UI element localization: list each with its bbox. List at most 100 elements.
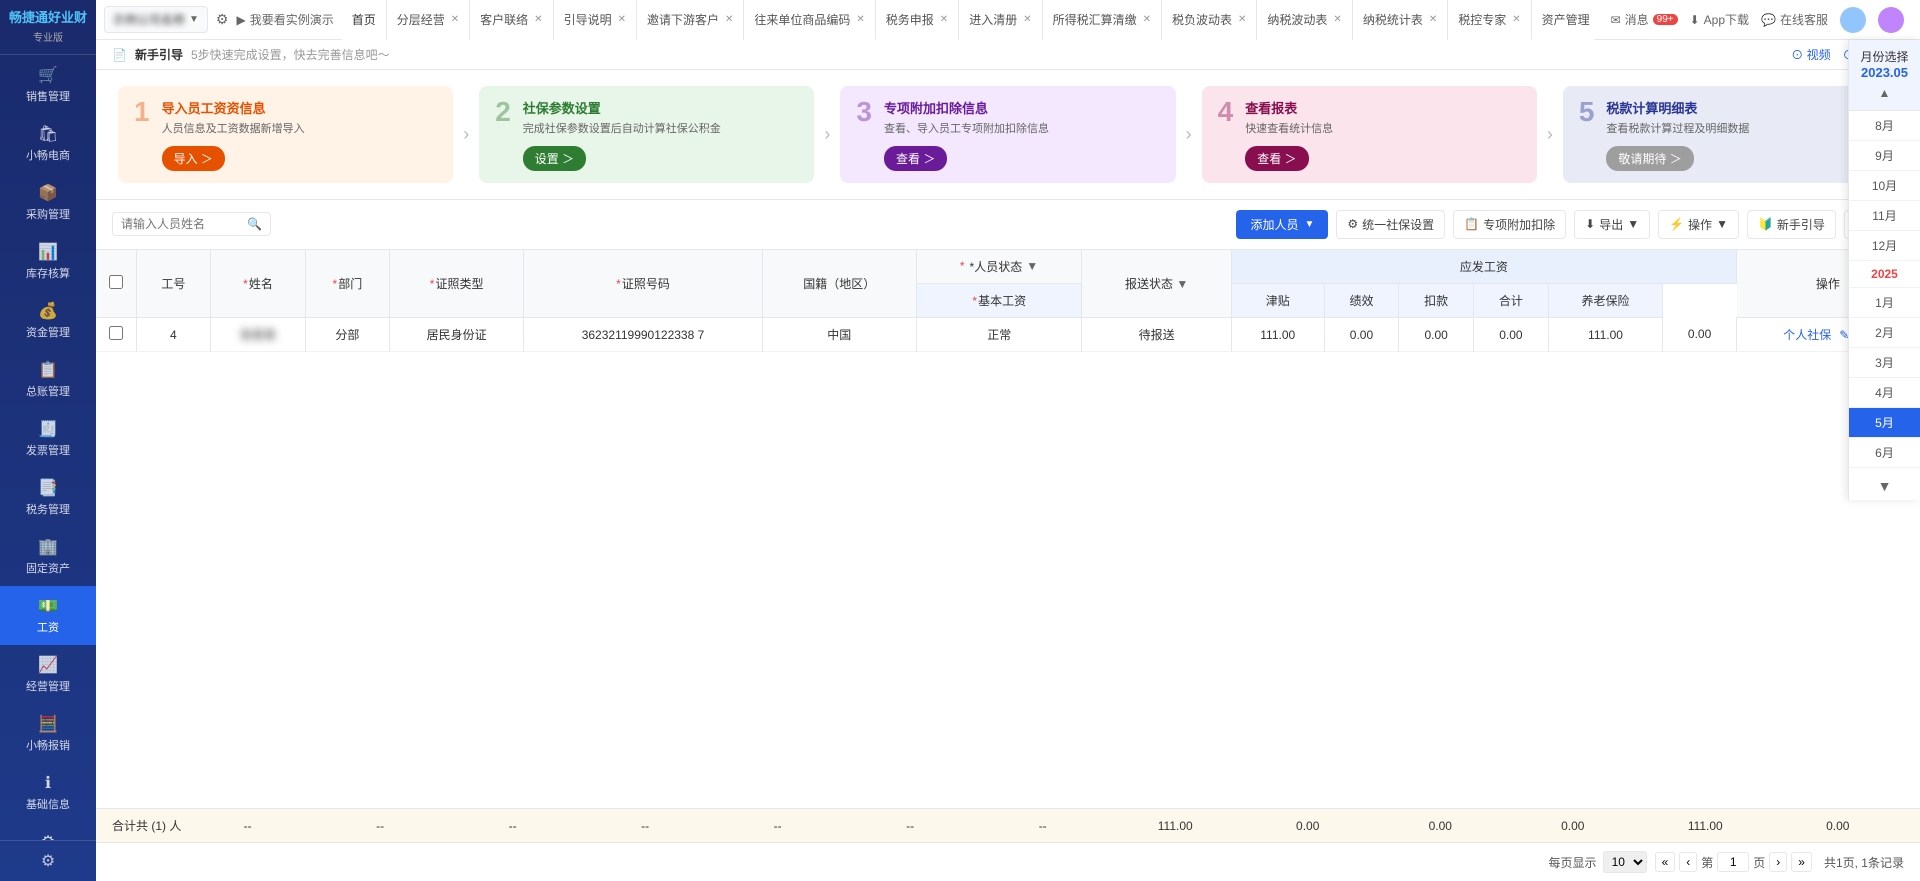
tab-tax-expert[interactable]: 税控专家 ✕: [1448, 0, 1531, 40]
special-deduction-button[interactable]: 📋 专项附加扣除: [1453, 210, 1566, 239]
next-page-button[interactable]: ›: [1769, 852, 1787, 872]
settings-gear-icon[interactable]: ⚙: [41, 851, 55, 871]
month-prev-icon[interactable]: ▲: [1877, 84, 1893, 102]
guide-video-btn[interactable]: ⊙ 视频: [1791, 46, 1830, 63]
tab-customer-close-icon[interactable]: ✕: [534, 14, 542, 25]
company-chevron-icon: ▼: [189, 14, 199, 25]
first-page-button[interactable]: «: [1655, 852, 1676, 872]
th-allowance: 津贴: [1231, 284, 1324, 318]
tab-tax-stats[interactable]: 纳税统计表 ✕: [1353, 0, 1448, 40]
sidebar-item-inventory[interactable]: 📊 库存核算: [0, 232, 96, 291]
tab-tax-change-close-icon[interactable]: ✕: [1333, 14, 1341, 25]
month-item-2[interactable]: 2月: [1849, 318, 1920, 348]
tab-income-tax[interactable]: 所得税汇算清缴 ✕: [1043, 0, 1162, 40]
operations-button[interactable]: ⚡ 操作 ▼: [1658, 210, 1739, 239]
app-download-label: App下载: [1704, 11, 1749, 28]
sidebar-item-base[interactable]: ℹ 基础信息: [0, 763, 96, 822]
online-service-button[interactable]: 💬 在线客服: [1761, 11, 1828, 28]
tab-customer[interactable]: 客户联络 ✕: [470, 0, 553, 40]
tab-home[interactable]: 首页: [342, 0, 387, 40]
step-1-number: 1: [134, 98, 150, 126]
sidebar-item-reports-label: 小畅报销: [26, 737, 70, 753]
last-page-button[interactable]: »: [1791, 852, 1812, 872]
notification-button[interactable]: ✉ 消息 99+: [1611, 11, 1678, 28]
user-avatar-2[interactable]: [1878, 7, 1904, 33]
tab-product-code[interactable]: 往来单位商品编码 ✕: [744, 0, 875, 40]
tab-guide-desc-label: 引导说明: [564, 11, 612, 28]
tab-clearance[interactable]: 进入清册 ✕: [959, 0, 1042, 40]
select-all-checkbox[interactable]: [109, 275, 123, 289]
base-icon: ℹ: [45, 773, 51, 793]
step-1-btn[interactable]: 导入 ＞: [162, 146, 225, 171]
user-avatar[interactable]: [1840, 7, 1866, 33]
tab-invite[interactable]: 邀请下游客户 ✕: [637, 0, 744, 40]
step-5-btn[interactable]: 敬请期待 ＞: [1606, 146, 1693, 171]
sidebar-item-invoice[interactable]: 🧾 发票管理: [0, 409, 96, 468]
month-item-10[interactable]: 10月: [1849, 171, 1920, 201]
status-filter-icon[interactable]: ▼: [1026, 259, 1038, 273]
per-page-select[interactable]: 10 20 50: [1603, 851, 1647, 873]
guide-steps-container: 1 导入员工资资信息 人员信息及工资数据新增导入 导入 ＞ › 2 社保参数设置…: [96, 70, 1920, 200]
pagination: 每页显示 10 20 50 « ‹ 第 页 › » 共1页, 1条记录: [96, 842, 1920, 881]
sidebar-item-payroll[interactable]: 💵 工资: [0, 586, 96, 645]
company-selector[interactable]: 示例公司名称 ▼: [104, 6, 208, 33]
tab-guide-desc[interactable]: 引导说明 ✕: [554, 0, 637, 40]
tab-tax-expert-close-icon[interactable]: ✕: [1512, 14, 1520, 25]
add-person-button[interactable]: 添加人员 ▼: [1236, 210, 1328, 239]
tab-asset-mgmt-label: 资产管理: [1542, 11, 1590, 28]
search-icon[interactable]: 🔍: [247, 217, 262, 231]
sidebar-item-assets[interactable]: 🏢 固定资产: [0, 527, 96, 586]
month-item-1[interactable]: 1月: [1849, 288, 1920, 318]
month-next-icon[interactable]: ▼: [1878, 478, 1892, 494]
tab-tax-burden[interactable]: 税负波动表 ✕: [1162, 0, 1257, 40]
sidebar-item-finance[interactable]: 💰 资金管理: [0, 291, 96, 350]
tab-tax-report[interactable]: 税务申报 ✕: [876, 0, 959, 40]
month-item-4[interactable]: 4月: [1849, 378, 1920, 408]
sidebar-item-system[interactable]: ⚙ 系统管理: [0, 822, 96, 840]
settings-button[interactable]: ⚙: [216, 11, 229, 28]
month-item-6[interactable]: 6月: [1849, 438, 1920, 468]
sidebar-item-purchase[interactable]: 📦 采购管理: [0, 173, 96, 232]
month-item-9[interactable]: 9月: [1849, 141, 1920, 171]
tab-tax-report-close-icon[interactable]: ✕: [940, 14, 948, 25]
tab-product-code-close-icon[interactable]: ✕: [856, 14, 864, 25]
sidebar-item-ecommerce[interactable]: 🛍 小畅电商: [0, 114, 96, 173]
export-button[interactable]: ⬇ 导出 ▼: [1574, 210, 1650, 239]
tab-income-tax-close-icon[interactable]: ✕: [1143, 14, 1151, 25]
tab-invite-close-icon[interactable]: ✕: [725, 14, 733, 25]
tab-layered-close-icon[interactable]: ✕: [451, 14, 459, 25]
tab-layered[interactable]: 分层经营 ✕: [387, 0, 470, 40]
tab-tax-stats-close-icon[interactable]: ✕: [1429, 14, 1437, 25]
month-item-8[interactable]: 8月: [1849, 111, 1920, 141]
row-allowance: 0.00: [1324, 318, 1399, 352]
demo-button[interactable]: ▶ 我要看实例演示: [236, 11, 333, 28]
sidebar-item-operations[interactable]: 📈 经营管理: [0, 645, 96, 704]
page-number-input[interactable]: [1717, 852, 1749, 872]
sidebar-item-ledger[interactable]: 📋 总账管理: [0, 350, 96, 409]
month-item-11[interactable]: 11月: [1849, 201, 1920, 231]
sidebar-item-tax[interactable]: 📑 税务管理: [0, 468, 96, 527]
tab-tax-change[interactable]: 纳税波动表 ✕: [1257, 0, 1352, 40]
tab-tax-burden-close-icon[interactable]: ✕: [1238, 14, 1246, 25]
step-2-btn[interactable]: 设置 ＞: [523, 146, 586, 171]
sidebar-item-sales[interactable]: 🛒 销售管理: [0, 55, 96, 114]
sidebar-item-reports[interactable]: 🧮 小畅报销: [0, 704, 96, 763]
tab-asset-mgmt[interactable]: 资产管理 ✕: [1532, 0, 1595, 40]
tab-clearance-close-icon[interactable]: ✕: [1023, 14, 1031, 25]
search-input[interactable]: [121, 217, 241, 231]
month-item-5[interactable]: 5月: [1849, 408, 1920, 438]
month-item-12[interactable]: 12月: [1849, 231, 1920, 261]
month-item-3[interactable]: 3月: [1849, 348, 1920, 378]
personal-social-link[interactable]: 个人社保: [1783, 326, 1831, 343]
app-download-button[interactable]: ⬇ App下载: [1690, 11, 1749, 28]
new-guide-label: 新手引导: [1777, 216, 1825, 233]
step-4-btn[interactable]: 查看 ＞: [1245, 146, 1308, 171]
row-checkbox[interactable]: [109, 326, 123, 340]
new-guide-button[interactable]: 🔰 新手引导: [1747, 210, 1836, 239]
send-filter-icon[interactable]: ▼: [1176, 277, 1188, 291]
tab-guide-desc-close-icon[interactable]: ✕: [618, 14, 626, 25]
search-field[interactable]: 🔍: [112, 212, 271, 236]
step-3-btn[interactable]: 查看 ＞: [884, 146, 947, 171]
unified-settings-button[interactable]: ⚙ 统一社保设置: [1336, 210, 1445, 239]
prev-page-button[interactable]: ‹: [1679, 852, 1697, 872]
